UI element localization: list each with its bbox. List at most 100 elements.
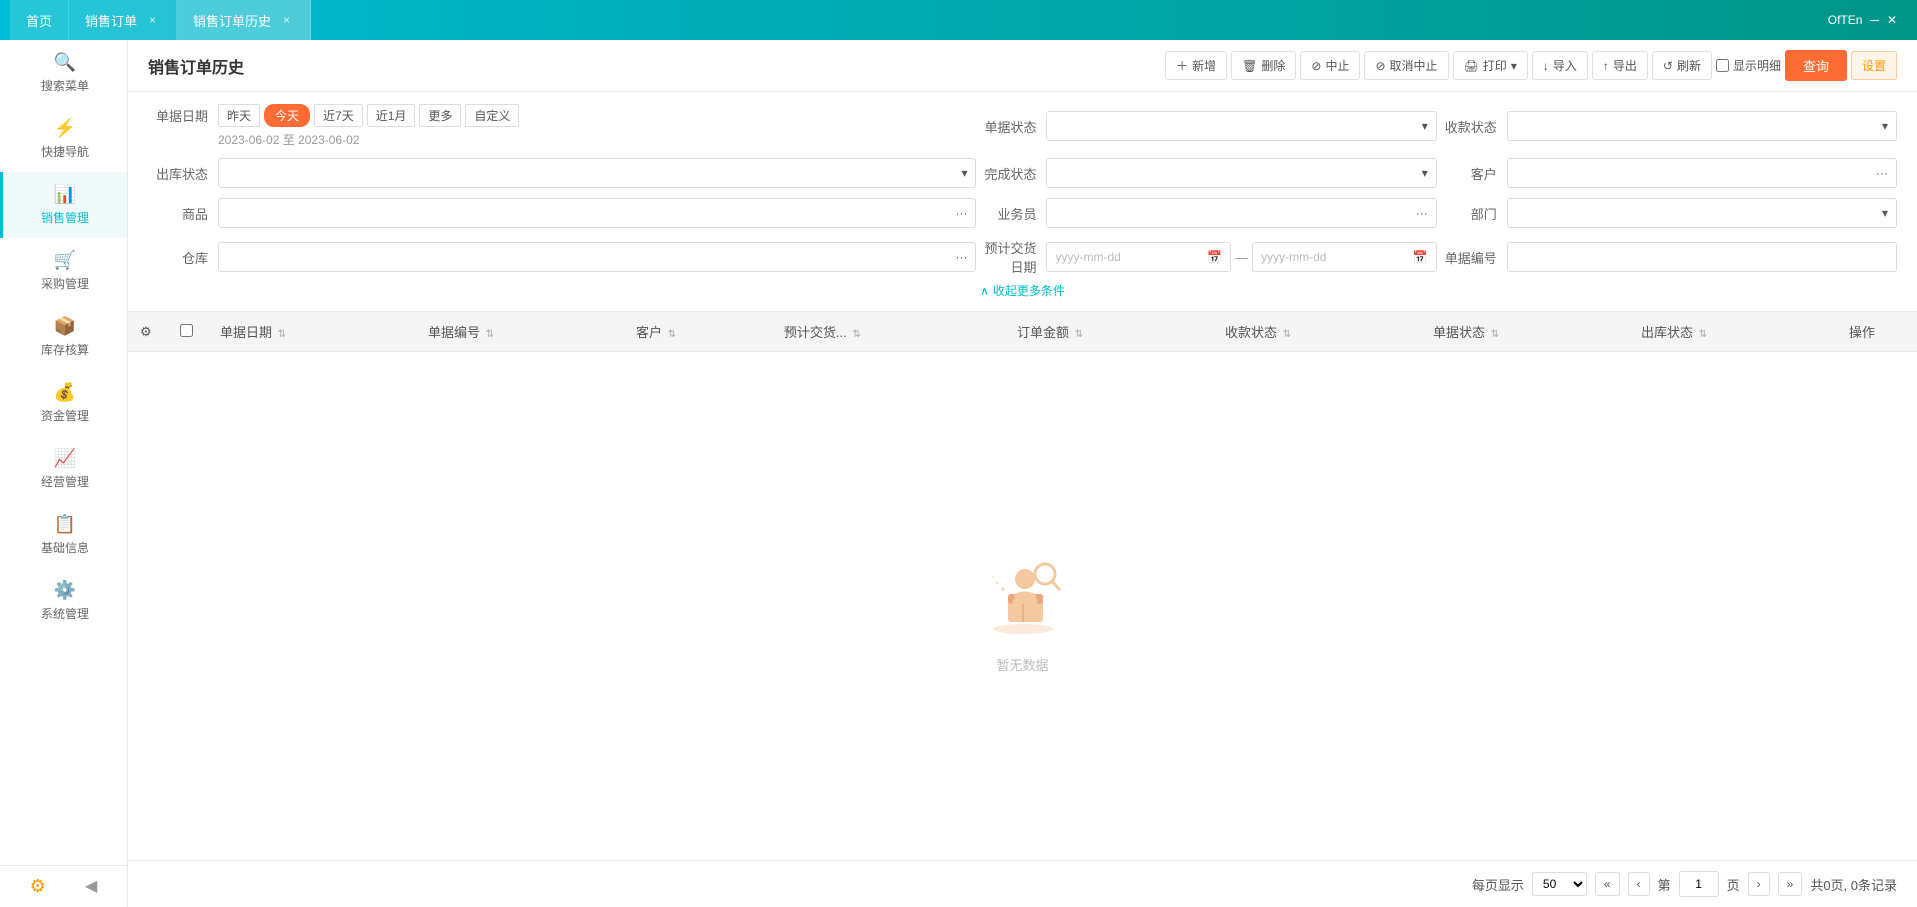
data-table: ⚙ 单据日期 ⇅ 单据编号 ⇅ 客户 [128, 312, 1917, 352]
dept-select[interactable]: ▾ [1507, 198, 1897, 228]
col-payment-status-label: 收款状态 [1225, 325, 1277, 340]
last-page-btn[interactable]: » [1778, 872, 1803, 896]
col-outbound-status[interactable]: 出库状态 ⇅ [1629, 312, 1837, 352]
sidebar-item-ops-mgmt[interactable]: 📈 经营管理 [0, 436, 127, 502]
new-btn[interactable]: ＋ 新增 [1165, 51, 1227, 80]
date-quick-btns: 昨天 今天 近7天 近1月 更多 自定义 [218, 104, 519, 127]
window-min-btn[interactable]: ─ [1870, 13, 1879, 27]
dept-label: 部门 [1437, 204, 1507, 223]
import-btn[interactable]: ↓ 导入 [1532, 51, 1588, 80]
col-date[interactable]: 单据日期 ⇅ [208, 312, 416, 352]
sidebar-item-capital-mgmt-label: 资金管理 [41, 407, 89, 424]
payment-status-select[interactable]: ▾ [1507, 111, 1897, 141]
prev-page-icon: ‹ [1637, 877, 1641, 891]
pagination-bar: 每页显示 50 10 20 100 « ‹ 第 页 › » 共0页, 0条记录 [128, 860, 1917, 907]
date-yesterday-btn[interactable]: 昨天 [218, 104, 260, 127]
tab-sales-order[interactable]: 销售订单 × [69, 0, 177, 40]
complete-status-select[interactable]: ▾ [1046, 158, 1436, 188]
warehouse-select[interactable]: ··· [218, 242, 976, 272]
sidebar-item-quick-nav[interactable]: ⚡ 快捷导航 [0, 106, 127, 172]
bill-number-input[interactable] [1507, 242, 1897, 272]
first-page-btn[interactable]: « [1595, 872, 1620, 896]
col-operations-label: 操作 [1849, 325, 1875, 340]
col-number[interactable]: 单据编号 ⇅ [416, 312, 624, 352]
date-1month-btn[interactable]: 近1月 [367, 104, 416, 127]
customer-ellipsis: ··· [1876, 166, 1888, 180]
tab-sales-order-history-close[interactable]: × [279, 11, 294, 29]
top-bar-right: OfTEn ─ ✕ [1828, 13, 1907, 27]
cancel-stop-btn[interactable]: ⊘ 取消中止 [1364, 51, 1448, 80]
print-btn[interactable]: 🖨 打印 ▾ [1453, 51, 1528, 80]
query-btn[interactable]: 查询 [1785, 50, 1847, 81]
collapse-btn[interactable]: ∧ 收起更多条件 [148, 276, 1897, 299]
select-all-checkbox[interactable] [180, 324, 193, 337]
settings-btn[interactable]: 设置 [1851, 51, 1897, 80]
col-bill-status[interactable]: 单据状态 ⇅ [1421, 312, 1629, 352]
export-icon: ↑ [1603, 59, 1609, 73]
sidebar-item-system-mgmt[interactable]: ⚙️ 系统管理 [0, 568, 127, 634]
page-size-select[interactable]: 50 10 20 100 [1532, 872, 1587, 896]
stop-btn[interactable]: ⊘ 中止 [1300, 51, 1360, 80]
col-customer-label: 客户 [636, 325, 662, 340]
date-7days-btn[interactable]: 近7天 [314, 104, 363, 127]
date-filter-col: 单据日期 昨天 今天 近7天 近1月 更多 自定义 2023-06-02 至 2… [148, 104, 976, 148]
table-checkbox-col[interactable] [168, 312, 208, 352]
sidebar-settings-icon[interactable]: ⚙ [30, 876, 46, 897]
warehouse-col: 仓库 ··· [148, 238, 976, 276]
tab-sales-order-label: 销售订单 [85, 11, 137, 30]
tab-home[interactable]: 首页 [10, 0, 69, 40]
delivery-date-to[interactable]: yyyy-mm-dd 📅 [1252, 242, 1437, 272]
query-label: 查询 [1803, 59, 1829, 74]
table-settings-col[interactable]: ⚙ [128, 312, 168, 352]
col-payment-status[interactable]: 收款状态 ⇅ [1213, 312, 1421, 352]
show-detail-checkbox[interactable] [1716, 59, 1729, 72]
date-custom-btn[interactable]: 自定义 [465, 104, 519, 127]
sort-bill-status-icon: ⇅ [1491, 329, 1499, 340]
date-range-text: 2023-06-02 至 2023-06-02 [218, 131, 359, 148]
sidebar-collapse-icon[interactable]: ◀ [85, 876, 97, 897]
export-btn[interactable]: ↑ 导出 [1592, 51, 1648, 80]
refresh-label: 刷新 [1677, 57, 1701, 74]
tab-sales-order-history[interactable]: 销售订单历史 × [177, 0, 311, 40]
complete-status-label: 完成状态 [976, 164, 1046, 183]
col-operations: 操作 [1837, 312, 1917, 352]
show-detail-checkbox-group: 显示明细 [1716, 57, 1781, 74]
customer-select[interactable]: ··· [1507, 158, 1897, 188]
sidebar-item-sales-mgmt[interactable]: 📊 销售管理 [0, 172, 127, 238]
next-page-btn[interactable]: › [1748, 872, 1770, 896]
stop-label: 中止 [1325, 57, 1349, 74]
col-outbound-status-label: 出库状态 [1641, 325, 1693, 340]
col-delivery-date[interactable]: 预计交货... ⇅ [772, 312, 1005, 352]
col-customer[interactable]: 客户 ⇅ [624, 312, 772, 352]
tab-sales-order-close[interactable]: × [145, 11, 160, 29]
filter-row-2: 出库状态 ▾ 完成状态 ▾ 客户 [148, 158, 1897, 188]
sidebar-item-inventory-check[interactable]: 📦 库存核算 [0, 304, 127, 370]
date-more-btn[interactable]: 更多 [419, 104, 461, 127]
customer-col: 客户 ··· [1437, 158, 1897, 188]
goods-select[interactable]: ··· [218, 198, 976, 228]
filter-row-1: 单据日期 昨天 今天 近7天 近1月 更多 自定义 2023-06-02 至 2… [148, 104, 1897, 148]
first-page-icon: « [1604, 877, 1611, 891]
sidebar-item-capital-mgmt[interactable]: 💰 资金管理 [0, 370, 127, 436]
page-number-input[interactable] [1679, 871, 1719, 897]
new-label: 新增 [1192, 57, 1216, 74]
print-icon: 🖨 [1464, 59, 1479, 73]
delete-btn[interactable]: 🗑 删除 [1231, 51, 1296, 80]
sidebar-item-base-info[interactable]: 📋 基础信息 [0, 502, 127, 568]
col-amount[interactable]: 订单金额 ⇅ [1005, 312, 1213, 352]
sidebar-item-purchase-mgmt[interactable]: 🛒 采购管理 [0, 238, 127, 304]
delivery-date-from[interactable]: yyyy-mm-dd 📅 [1046, 242, 1231, 272]
sidebar-bottom: ⚙ ◀ [0, 865, 127, 907]
empty-text: 暂无数据 [996, 655, 1048, 674]
refresh-btn[interactable]: ↺ 刷新 [1652, 51, 1712, 80]
outbound-status-select[interactable]: ▾ [218, 158, 976, 188]
bill-status-select[interactable]: ▾ [1046, 111, 1436, 141]
date-today-btn[interactable]: 今天 [264, 104, 310, 127]
salesperson-col: 业务员 ··· [976, 198, 1436, 228]
salesperson-select[interactable]: ··· [1046, 198, 1436, 228]
prev-page-btn[interactable]: ‹ [1628, 872, 1650, 896]
window-close-btn[interactable]: ✕ [1887, 13, 1897, 27]
sidebar-item-search-menu[interactable]: 🔍 搜索菜单 [0, 40, 127, 106]
sort-payment-status-icon: ⇅ [1283, 329, 1291, 340]
empty-icon [973, 539, 1073, 639]
